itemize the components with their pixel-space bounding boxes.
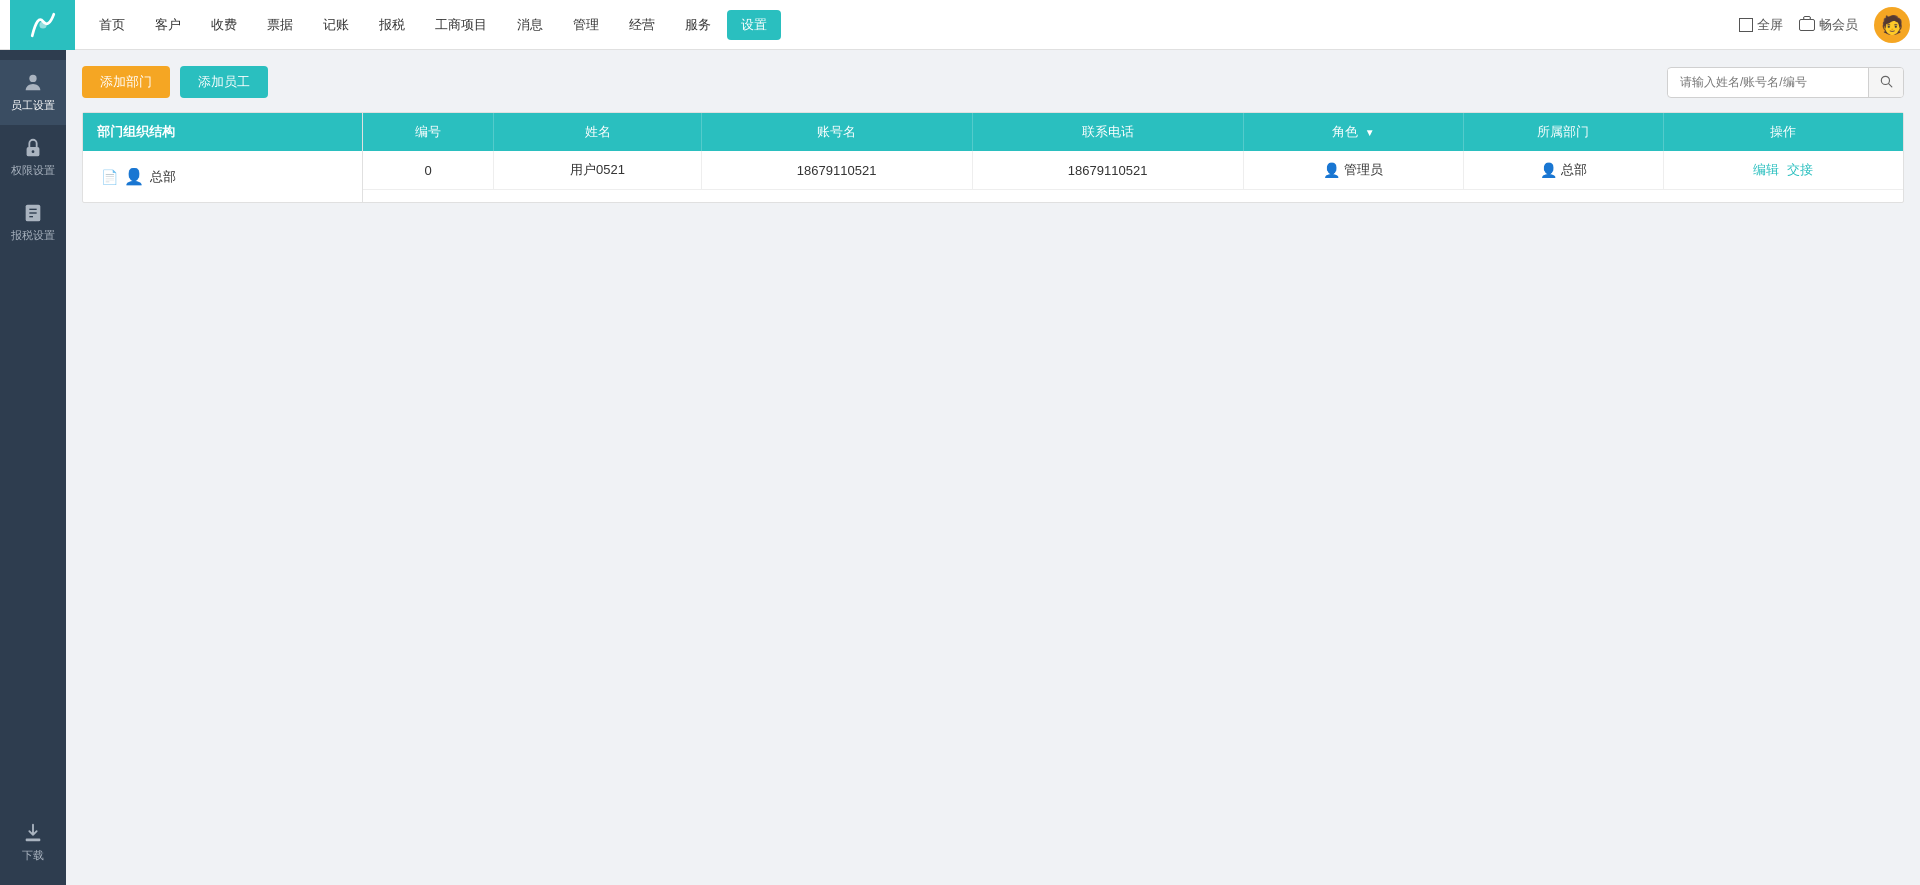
sidebar: 员工设置 权限设置 报税设置 下载 <box>0 50 66 885</box>
sidebar-item-download[interactable]: 下载 <box>0 810 66 875</box>
dept-value: 总部 <box>1561 161 1587 179</box>
col-header-id: 编号 <box>363 113 494 151</box>
sidebar-item-employee[interactable]: 员工设置 <box>0 60 66 125</box>
nav-item-首页[interactable]: 首页 <box>85 10 139 40</box>
employee-table: 编号 姓名 账号名 联系电话 角色 ▼ 所属部门 操作 0 用户0521 <box>363 113 1903 190</box>
cell-dept: 👤 总部 <box>1464 151 1664 190</box>
role-value: 管理员 <box>1344 161 1383 179</box>
sidebar-item-employee-label: 员工设置 <box>11 98 55 113</box>
action-交接[interactable]: 交接 <box>1787 162 1813 177</box>
search-button[interactable] <box>1868 68 1903 97</box>
nav-item-票据[interactable]: 票据 <box>253 10 307 40</box>
nav-right: 全屏 畅会员 🧑 <box>1739 7 1910 43</box>
dept-panel: 部门组织结构 📄 👤 总部 <box>83 113 363 202</box>
logo <box>10 0 75 50</box>
svg-line-10 <box>1889 83 1892 86</box>
person-icon <box>22 72 44 94</box>
nav-item-经营[interactable]: 经营 <box>615 10 669 40</box>
top-navbar: 首页客户收费票据记账报税工商项目消息管理经营服务设置 全屏 畅会员 🧑 <box>0 0 1920 50</box>
action-编辑[interactable]: 编辑 <box>1753 162 1779 177</box>
cell-role: 👤 管理员 <box>1243 151 1463 190</box>
dept-person-icon: 👤 <box>124 167 144 186</box>
main-content: 添加部门 添加员工 部门组织结构 📄 👤 总部 <box>66 50 1920 885</box>
content-area: 部门组织结构 📄 👤 总部 编号 姓名 账号名 联系电话 <box>82 112 1904 203</box>
dept-tree: 📄 👤 总部 <box>83 151 362 202</box>
svg-point-3 <box>32 150 35 153</box>
nav-item-管理[interactable]: 管理 <box>559 10 613 40</box>
nav-item-记账[interactable]: 记账 <box>309 10 363 40</box>
nav-item-报税[interactable]: 报税 <box>365 10 419 40</box>
lock-icon <box>22 137 44 159</box>
user-avatar[interactable]: 🧑 <box>1874 7 1910 43</box>
fullscreen-icon <box>1739 18 1753 32</box>
col-header-dept: 所属部门 <box>1464 113 1664 151</box>
member-label: 畅会员 <box>1819 16 1858 34</box>
col-header-action: 操作 <box>1663 113 1903 151</box>
search-input[interactable] <box>1668 69 1868 95</box>
nav-item-消息[interactable]: 消息 <box>503 10 557 40</box>
fullscreen-label: 全屏 <box>1757 16 1783 34</box>
cell-actions: 编辑交接 <box>1663 151 1903 190</box>
cell-account: 18679110521 <box>701 151 972 190</box>
nav-item-客户[interactable]: 客户 <box>141 10 195 40</box>
dept-panel-header: 部门组织结构 <box>83 113 362 151</box>
dept-name: 总部 <box>150 168 176 186</box>
member-button[interactable]: 畅会员 <box>1799 16 1858 34</box>
sidebar-item-tax[interactable]: 报税设置 <box>0 190 66 255</box>
add-dept-button[interactable]: 添加部门 <box>82 66 170 98</box>
col-header-name: 姓名 <box>494 113 701 151</box>
table-panel: 编号 姓名 账号名 联系电话 角色 ▼ 所属部门 操作 0 用户0521 <box>363 113 1903 202</box>
nav-item-收费[interactable]: 收费 <box>197 10 251 40</box>
svg-point-0 <box>39 21 46 28</box>
col-header-account: 账号名 <box>701 113 972 151</box>
cell-name: 用户0521 <box>494 151 701 190</box>
report-icon <box>22 202 44 224</box>
file-icon: 📄 <box>101 169 118 185</box>
search-icon <box>1879 74 1893 88</box>
nav-item-工商项目[interactable]: 工商项目 <box>421 10 501 40</box>
sidebar-item-permissions[interactable]: 权限设置 <box>0 125 66 190</box>
download-icon <box>22 822 44 844</box>
role-person-icon: 👤 <box>1323 162 1340 178</box>
sidebar-download-label: 下载 <box>22 848 44 863</box>
svg-rect-8 <box>26 839 41 842</box>
cell-id: 0 <box>363 151 494 190</box>
svg-point-1 <box>29 75 36 82</box>
table-header-row: 编号 姓名 账号名 联系电话 角色 ▼ 所属部门 操作 <box>363 113 1903 151</box>
dept-tree-item[interactable]: 📄 👤 总部 <box>93 161 352 192</box>
sidebar-item-permissions-label: 权限设置 <box>11 163 55 178</box>
col-header-phone: 联系电话 <box>972 113 1243 151</box>
col-header-role[interactable]: 角色 ▼ <box>1243 113 1463 151</box>
sidebar-item-tax-label: 报税设置 <box>11 228 55 243</box>
search-area <box>1667 67 1904 98</box>
filter-icon: ▼ <box>1365 127 1375 138</box>
nav-item-设置[interactable]: 设置 <box>727 10 781 40</box>
dept-cell-person-icon: 👤 <box>1540 162 1557 178</box>
toolbar: 添加部门 添加员工 <box>82 66 1904 98</box>
nav-menu: 首页客户收费票据记账报税工商项目消息管理经营服务设置 <box>85 10 1739 40</box>
cell-phone: 18679110521 <box>972 151 1243 190</box>
add-employee-button[interactable]: 添加员工 <box>180 66 268 98</box>
table-row: 0 用户0521 18679110521 18679110521 👤 管理员 👤… <box>363 151 1903 190</box>
fullscreen-button[interactable]: 全屏 <box>1739 16 1783 34</box>
nav-item-服务[interactable]: 服务 <box>671 10 725 40</box>
